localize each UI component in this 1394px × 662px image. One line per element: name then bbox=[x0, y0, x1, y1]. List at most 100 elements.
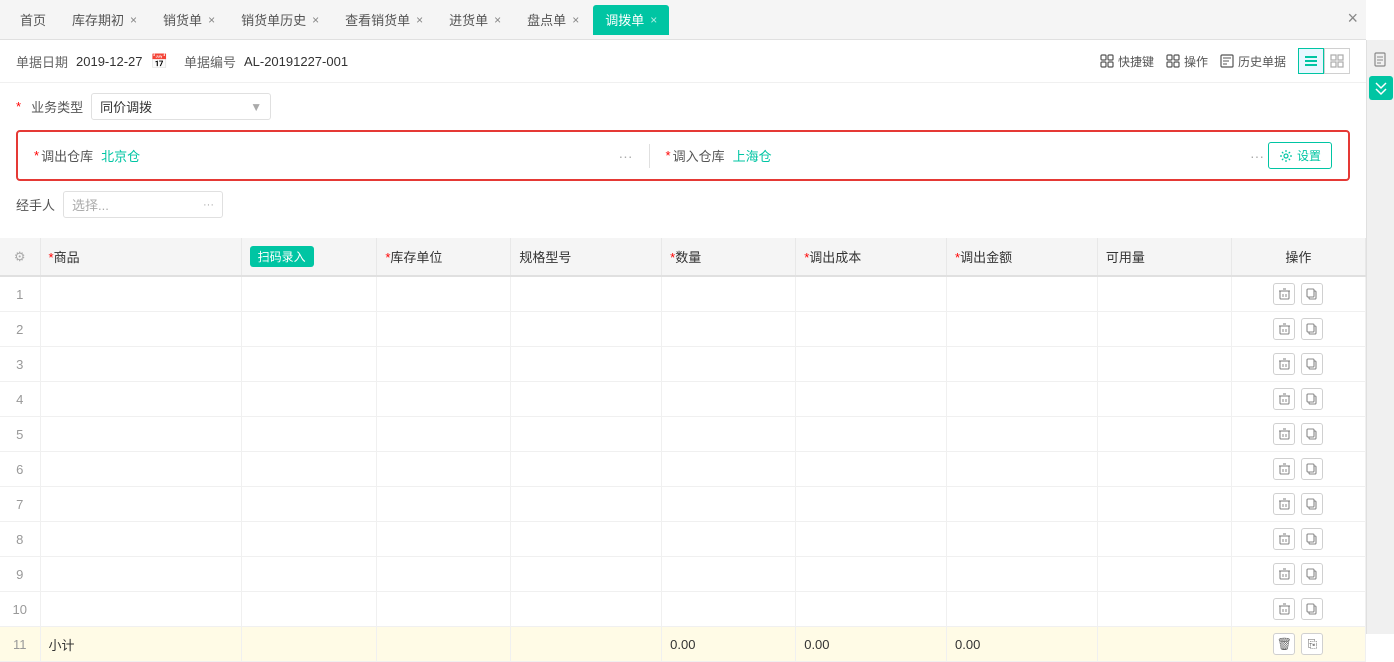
row-4-product[interactable] bbox=[40, 382, 241, 417]
row-10-delete-button[interactable] bbox=[1273, 598, 1295, 620]
row-7-unit[interactable] bbox=[377, 487, 511, 522]
transfer-out-more-icon[interactable]: ··· bbox=[619, 148, 633, 164]
row-3-spec[interactable] bbox=[511, 347, 662, 382]
row-6-transfer-amount[interactable] bbox=[947, 452, 1098, 487]
row-4-unit[interactable] bbox=[377, 382, 511, 417]
row-6-unit[interactable] bbox=[377, 452, 511, 487]
row-1-transfer-amount[interactable] bbox=[947, 276, 1098, 312]
row-5-delete-button[interactable] bbox=[1273, 423, 1295, 445]
tab-sales-order[interactable]: 销货单 × bbox=[151, 5, 227, 35]
row-9-quantity[interactable] bbox=[662, 557, 796, 592]
row-1-spec[interactable] bbox=[511, 276, 662, 312]
row-10-unit[interactable] bbox=[377, 592, 511, 627]
row-9-copy-button[interactable] bbox=[1301, 563, 1323, 585]
row-6-delete-button[interactable] bbox=[1273, 458, 1295, 480]
row-6-spec[interactable] bbox=[511, 452, 662, 487]
row-2-delete-button[interactable] bbox=[1273, 318, 1295, 340]
tab-sales-history-close[interactable]: × bbox=[312, 13, 319, 27]
row-4-copy-button[interactable] bbox=[1301, 388, 1323, 410]
tab-sales-history[interactable]: 销货单历史 × bbox=[229, 5, 331, 35]
scan-button[interactable]: 扫码录入 bbox=[250, 246, 314, 267]
row-3-quantity[interactable] bbox=[662, 347, 796, 382]
row-10-copy-button[interactable] bbox=[1301, 598, 1323, 620]
row-2-product[interactable] bbox=[40, 312, 241, 347]
row-1-delete-button[interactable] bbox=[1273, 283, 1295, 305]
row-8-spec[interactable] bbox=[511, 522, 662, 557]
tab-purchase-close[interactable]: × bbox=[494, 13, 501, 27]
row-7-delete-button[interactable] bbox=[1273, 493, 1295, 515]
row-4-transfer-cost[interactable] bbox=[796, 382, 947, 417]
row-1-transfer-cost[interactable] bbox=[796, 276, 947, 312]
sidebar-doc-icon[interactable] bbox=[1369, 48, 1393, 72]
row-6-quantity[interactable] bbox=[662, 452, 796, 487]
history-button[interactable]: 历史单据 bbox=[1220, 53, 1286, 70]
row-6-product[interactable] bbox=[40, 452, 241, 487]
row-7-spec[interactable] bbox=[511, 487, 662, 522]
tab-stocktake-close[interactable]: × bbox=[572, 13, 579, 27]
row-4-quantity[interactable] bbox=[662, 382, 796, 417]
row-8-unit[interactable] bbox=[377, 522, 511, 557]
tab-transfer-close[interactable]: × bbox=[650, 13, 657, 27]
tab-stocktake[interactable]: 盘点单 × bbox=[515, 5, 591, 35]
tab-inventory-init-close[interactable]: × bbox=[130, 13, 137, 27]
row-9-product[interactable] bbox=[40, 557, 241, 592]
row-7-transfer-cost[interactable] bbox=[796, 487, 947, 522]
tab-sales-order-close[interactable]: × bbox=[208, 13, 215, 27]
grid-view-button[interactable] bbox=[1324, 48, 1350, 74]
tab-view-sales-close[interactable]: × bbox=[416, 13, 423, 27]
row-4-delete-button[interactable] bbox=[1273, 388, 1295, 410]
row-6-copy-button[interactable] bbox=[1301, 458, 1323, 480]
row-9-spec[interactable] bbox=[511, 557, 662, 592]
tab-view-sales[interactable]: 查看销货单 × bbox=[333, 5, 435, 35]
row-11-delete-button[interactable]: 🗑 bbox=[1273, 633, 1295, 655]
row-10-product[interactable] bbox=[40, 592, 241, 627]
row-9-unit[interactable] bbox=[377, 557, 511, 592]
row-1-copy-button[interactable] bbox=[1301, 283, 1323, 305]
row-1-quantity[interactable] bbox=[662, 276, 796, 312]
row-7-product[interactable] bbox=[40, 487, 241, 522]
calendar-icon[interactable]: 📅 bbox=[151, 53, 168, 70]
setting-button[interactable]: 设置 bbox=[1268, 142, 1332, 169]
row-5-transfer-cost[interactable] bbox=[796, 417, 947, 452]
row-4-transfer-amount[interactable] bbox=[947, 382, 1098, 417]
row-8-transfer-amount[interactable] bbox=[947, 522, 1098, 557]
date-value[interactable]: 2019-12-27 bbox=[76, 54, 143, 69]
row-10-transfer-cost[interactable] bbox=[796, 592, 947, 627]
settings-gear-icon[interactable]: ⚙ bbox=[14, 249, 26, 264]
window-close-button[interactable]: × bbox=[1347, 8, 1358, 29]
row-11-copy-button[interactable]: ⎘ bbox=[1301, 633, 1323, 655]
tab-inventory-init[interactable]: 库存期初 × bbox=[60, 5, 149, 35]
operation-button[interactable]: 操作 bbox=[1166, 53, 1208, 70]
row-2-transfer-cost[interactable] bbox=[796, 312, 947, 347]
row-7-transfer-amount[interactable] bbox=[947, 487, 1098, 522]
business-type-select[interactable]: 同价调拨 ▼ bbox=[91, 93, 271, 120]
row-7-copy-button[interactable] bbox=[1301, 493, 1323, 515]
row-5-transfer-amount[interactable] bbox=[947, 417, 1098, 452]
row-5-product[interactable] bbox=[40, 417, 241, 452]
tab-purchase[interactable]: 进货单 × bbox=[437, 5, 513, 35]
row-8-copy-button[interactable] bbox=[1301, 528, 1323, 550]
transfer-in-more-icon[interactable]: ··· bbox=[1250, 148, 1264, 164]
row-9-transfer-cost[interactable] bbox=[796, 557, 947, 592]
row-2-transfer-amount[interactable] bbox=[947, 312, 1098, 347]
tab-transfer[interactable]: 调拨单 × bbox=[593, 5, 669, 35]
row-8-transfer-cost[interactable] bbox=[796, 522, 947, 557]
row-10-transfer-amount[interactable] bbox=[947, 592, 1098, 627]
row-3-transfer-cost[interactable] bbox=[796, 347, 947, 382]
row-9-transfer-amount[interactable] bbox=[947, 557, 1098, 592]
row-7-quantity[interactable] bbox=[662, 487, 796, 522]
row-3-product[interactable] bbox=[40, 347, 241, 382]
tab-home[interactable]: 首页 bbox=[8, 5, 58, 35]
row-1-product[interactable] bbox=[40, 276, 241, 312]
row-5-unit[interactable] bbox=[377, 417, 511, 452]
sidebar-expand-icon[interactable] bbox=[1369, 76, 1393, 100]
row-3-transfer-amount[interactable] bbox=[947, 347, 1098, 382]
row-8-product[interactable] bbox=[40, 522, 241, 557]
handler-more-icon[interactable]: ··· bbox=[203, 199, 214, 211]
row-5-quantity[interactable] bbox=[662, 417, 796, 452]
row-9-delete-button[interactable] bbox=[1273, 563, 1295, 585]
row-3-copy-button[interactable] bbox=[1301, 353, 1323, 375]
row-10-spec[interactable] bbox=[511, 592, 662, 627]
row-6-transfer-cost[interactable] bbox=[796, 452, 947, 487]
business-type-dropdown-icon[interactable]: ▼ bbox=[250, 100, 262, 114]
